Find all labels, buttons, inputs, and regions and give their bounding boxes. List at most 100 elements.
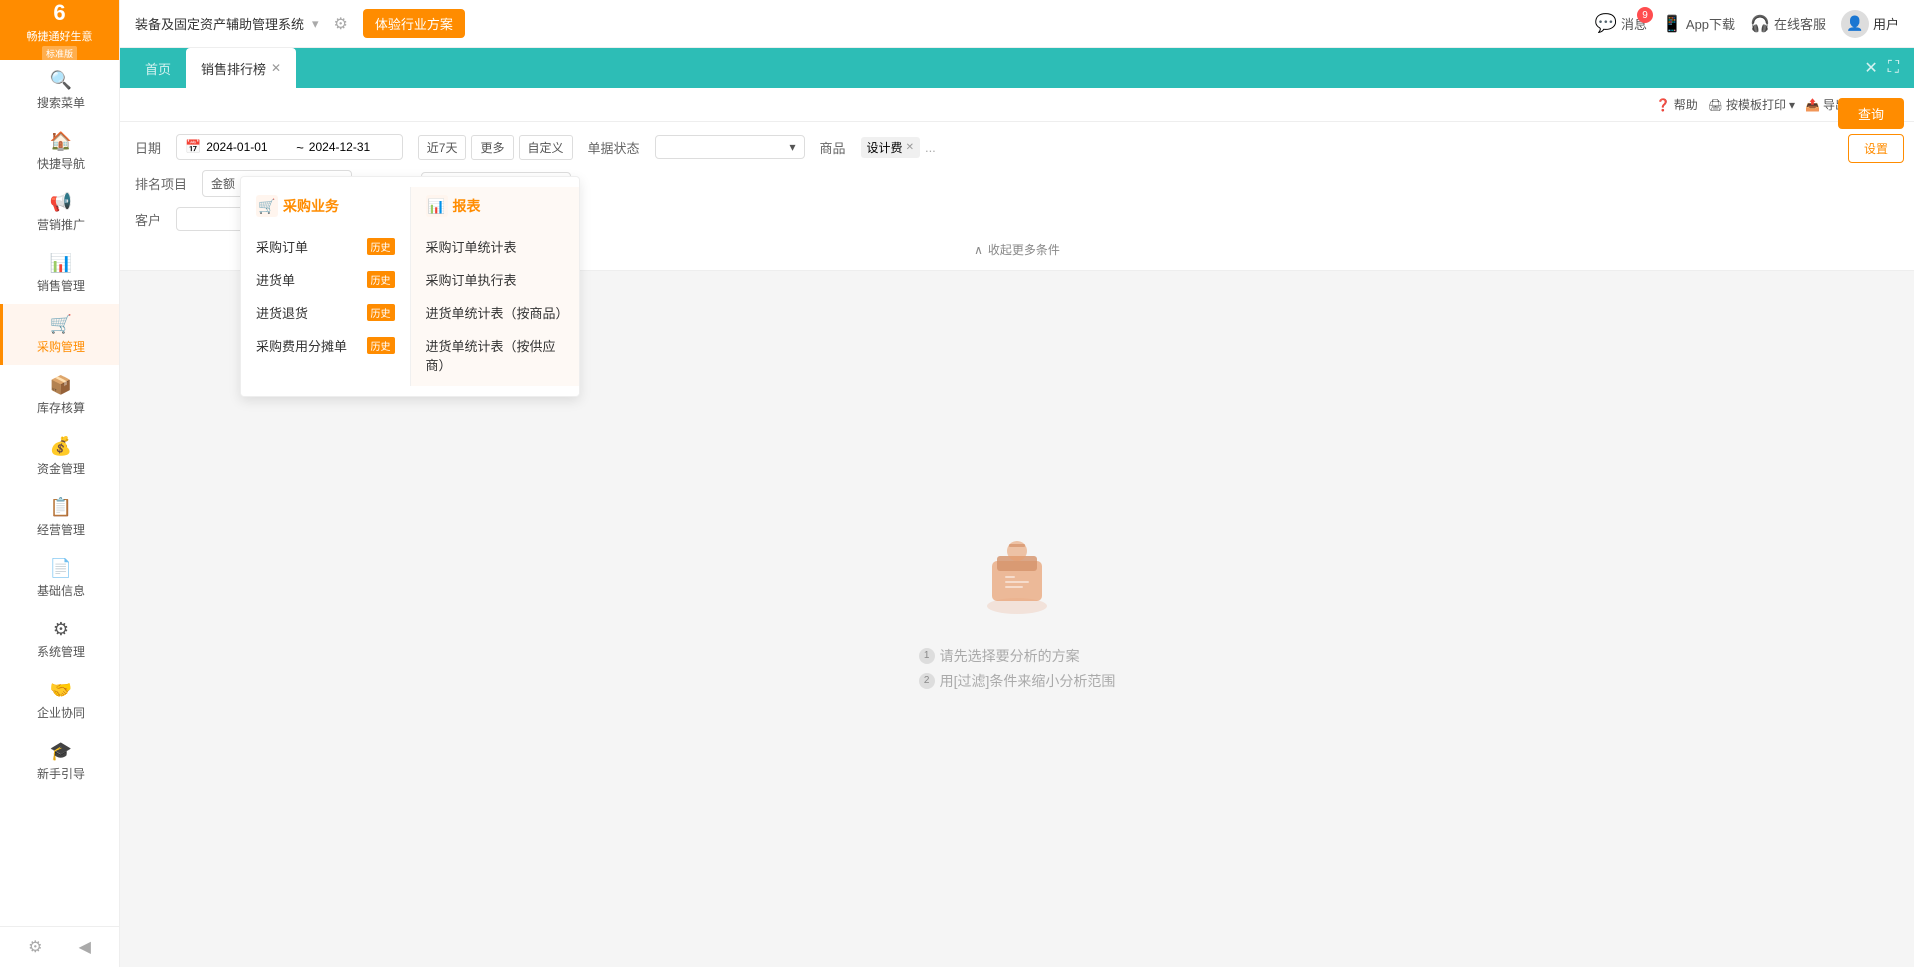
goods-chip-close[interactable]: ✕ <box>906 142 914 153</box>
tabbar-close-btn[interactable]: ✕ <box>1859 58 1882 78</box>
doc-status-select[interactable]: ▾ <box>655 135 805 159</box>
print-dropdown-icon[interactable]: ▾ <box>1789 98 1795 112</box>
quick-7days[interactable]: 近7天 <box>418 135 467 160</box>
message-badge: 9 <box>1637 7 1653 23</box>
tab-sales-rank[interactable]: 销售排行榜 ✕ <box>186 48 296 88</box>
dropdown-purchase-expense[interactable]: 采购费用分摊单 历史 <box>251 329 400 362</box>
topbar-dropdown-icon[interactable]: ▾ <box>312 16 319 32</box>
history-badge-3: 历史 <box>367 304 395 321</box>
goods-chip-label: 设计费 <box>867 139 903 156</box>
topbar-user[interactable]: 👤 用户 <box>1841 10 1899 38</box>
rank-item-value: 金额 <box>211 175 235 192</box>
purchase-icon: 🛒 <box>50 314 72 335</box>
purchase-col-label: 采购业务 <box>283 196 339 216</box>
help-btn[interactable]: ❓ 帮助 <box>1656 96 1698 113</box>
empty-tips: 1 请先选择要分析的方案 2 用[过滤]条件来缩小分析范围 <box>919 646 1116 696</box>
system-name: 装备及固定资产辅助管理系统 <box>135 14 304 33</box>
home-icon: 🏠 <box>50 131 72 152</box>
help-icon: ❓ <box>1656 98 1671 112</box>
quick-custom[interactable]: 自定义 <box>519 135 573 160</box>
dropdown-purchase-exec[interactable]: 采购订单执行表 <box>421 263 570 296</box>
sidebar-item-inventory[interactable]: 📦 库存核算 <box>0 365 119 426</box>
sidebar-item-sales[interactable]: 📊 销售管理 <box>0 243 119 304</box>
tab-home[interactable]: 首页 <box>130 48 186 88</box>
setting-btn[interactable]: 设置 <box>1848 134 1904 163</box>
empty-tip-2: 2 用[过滤]条件来缩小分析范围 <box>919 671 1116 691</box>
inbound-stat-supplier-label: 进货单统计表（按供应商） <box>426 336 565 374</box>
dropdown-inbound-return[interactable]: 进货退货 历史 <box>251 296 400 329</box>
date-range-picker[interactable]: 📅 ~ <box>176 134 403 160</box>
sidebar-item-label: 库存核算 <box>37 399 85 416</box>
dropdown-report-col: 📊 报表 采购订单统计表 采购订单执行表 进货单统计表（按商品） 进货单统计表（… <box>410 187 580 386</box>
dropdown-inbound[interactable]: 进货单 历史 <box>251 263 400 296</box>
sidebar-item-guide[interactable]: 🎓 新手引导 <box>0 731 119 792</box>
report-col-icon: 📊 <box>426 195 448 217</box>
dropdown-report-title: 📊 报表 <box>421 192 570 220</box>
avatar: 👤 <box>1841 10 1869 38</box>
topbar-message[interactable]: 💬 9 消息 <box>1595 13 1647 34</box>
quick-dates: 近7天 更多 自定义 <box>418 135 573 160</box>
tabbar-expand-btn[interactable]: ⛶ <box>1883 59 1904 77</box>
logo-tag: 标准版 <box>42 46 77 61</box>
customer-label: 客户 <box>135 210 161 229</box>
sidebar-item-label: 系统管理 <box>37 643 85 660</box>
sidebar: 6 畅捷通好生意 标准版 🔍 搜索菜单 🏠 快捷导航 📢 营销推广 📊 销售管理… <box>0 0 120 967</box>
goods-chip: 设计费 ✕ <box>861 137 920 158</box>
dropdown-inbound-stat-goods[interactable]: 进货单统计表（按商品） <box>421 296 570 329</box>
inbound-stat-goods-label: 进货单统计表（按商品） <box>426 303 565 322</box>
content-area: ❓ 帮助 🖨 按模板打印 ▾ 📤 导出 🔄 刷新 日期 📅 <box>120 88 1914 967</box>
sidebar-item-purchase[interactable]: 🛒 采购管理 <box>0 304 119 365</box>
sidebar-item-marketing[interactable]: 📢 营销推广 <box>0 182 119 243</box>
sidebar-item-search[interactable]: 🔍 搜索菜单 <box>0 60 119 121</box>
marketing-icon: 📢 <box>50 192 72 213</box>
calendar-icon: 📅 <box>185 139 201 155</box>
dropdown-purchase-stat[interactable]: 采购订单统计表 <box>421 230 570 263</box>
sidebar-item-label: 基础信息 <box>37 582 85 599</box>
guide-icon: 🎓 <box>50 741 72 762</box>
search-icon: 🔍 <box>50 70 72 91</box>
sidebar-item-system[interactable]: ⚙ 系统管理 <box>0 609 119 670</box>
print-btn[interactable]: 🖨 按模板打印 ▾ <box>1708 96 1795 113</box>
sidebar-item-operation[interactable]: 📋 经营管理 <box>0 487 119 548</box>
sidebar-item-basic-info[interactable]: 📄 基础信息 <box>0 548 119 609</box>
help-label: 帮助 <box>1674 96 1698 113</box>
topbar-settings-icon[interactable]: ⚙ <box>334 14 348 34</box>
dropdown-menu-inner: 🛒 采购业务 采购订单 历史 进货单 历史 进货退货 历史 <box>241 187 579 386</box>
topbar-app-download[interactable]: 📱 App下载 <box>1662 14 1735 34</box>
tab-close-icon[interactable]: ✕ <box>271 61 281 75</box>
industry-btn[interactable]: 体验行业方案 <box>363 9 465 38</box>
message-icon: 💬 <box>1595 13 1617 34</box>
date-end-input[interactable] <box>309 140 394 154</box>
dropdown-inbound-stat-supplier[interactable]: 进货单统计表（按供应商） <box>421 329 570 381</box>
sidebar-item-enterprise[interactable]: 🤝 企业协同 <box>0 670 119 731</box>
date-label: 日期 <box>135 138 161 157</box>
date-separator: ~ <box>296 140 304 155</box>
sidebar-bottom: ⚙ ◀ <box>0 926 119 967</box>
topbar-online-service[interactable]: 🎧 在线客服 <box>1750 14 1826 34</box>
tip-num-2: 2 <box>919 673 935 689</box>
purchase-exec-label: 采购订单执行表 <box>426 270 517 289</box>
query-btn[interactable]: 查询 <box>1838 98 1904 129</box>
logo-icon: 6 <box>53 0 65 26</box>
date-start-input[interactable] <box>206 140 291 154</box>
goods-ellipsis[interactable]: ... <box>925 140 936 155</box>
sales-icon: 📊 <box>50 253 72 274</box>
app-download-label: App下载 <box>1686 14 1735 33</box>
system-icon: ⚙ <box>53 619 69 640</box>
dropdown-purchase-order[interactable]: 采购订单 历史 <box>251 230 400 263</box>
collapse-sidebar-icon[interactable]: ◀ <box>79 937 91 957</box>
history-badge-4: 历史 <box>367 337 395 354</box>
filter-row-1: 日期 📅 ~ 近7天 更多 自定义 单据状态 ▾ 商品 <box>135 134 1899 160</box>
quick-more[interactable]: 更多 <box>471 135 513 160</box>
settings-bottom-icon[interactable]: ⚙ <box>28 937 42 957</box>
history-badge-2: 历史 <box>367 271 395 288</box>
basic-info-icon: 📄 <box>50 558 72 579</box>
rank-item-label: 排名项目 <box>135 174 187 193</box>
sidebar-item-finance[interactable]: 💰 资金管理 <box>0 426 119 487</box>
sidebar-item-label: 新手引导 <box>37 765 85 782</box>
inbound-return-label: 进货退货 <box>256 303 308 322</box>
tab-sales-rank-label: 销售排行榜 <box>201 59 266 78</box>
doc-status-dropdown-icon: ▾ <box>790 140 796 154</box>
empty-tip-1-text: 请先选择要分析的方案 <box>940 646 1080 666</box>
sidebar-item-quick-nav[interactable]: 🏠 快捷导航 <box>0 121 119 182</box>
